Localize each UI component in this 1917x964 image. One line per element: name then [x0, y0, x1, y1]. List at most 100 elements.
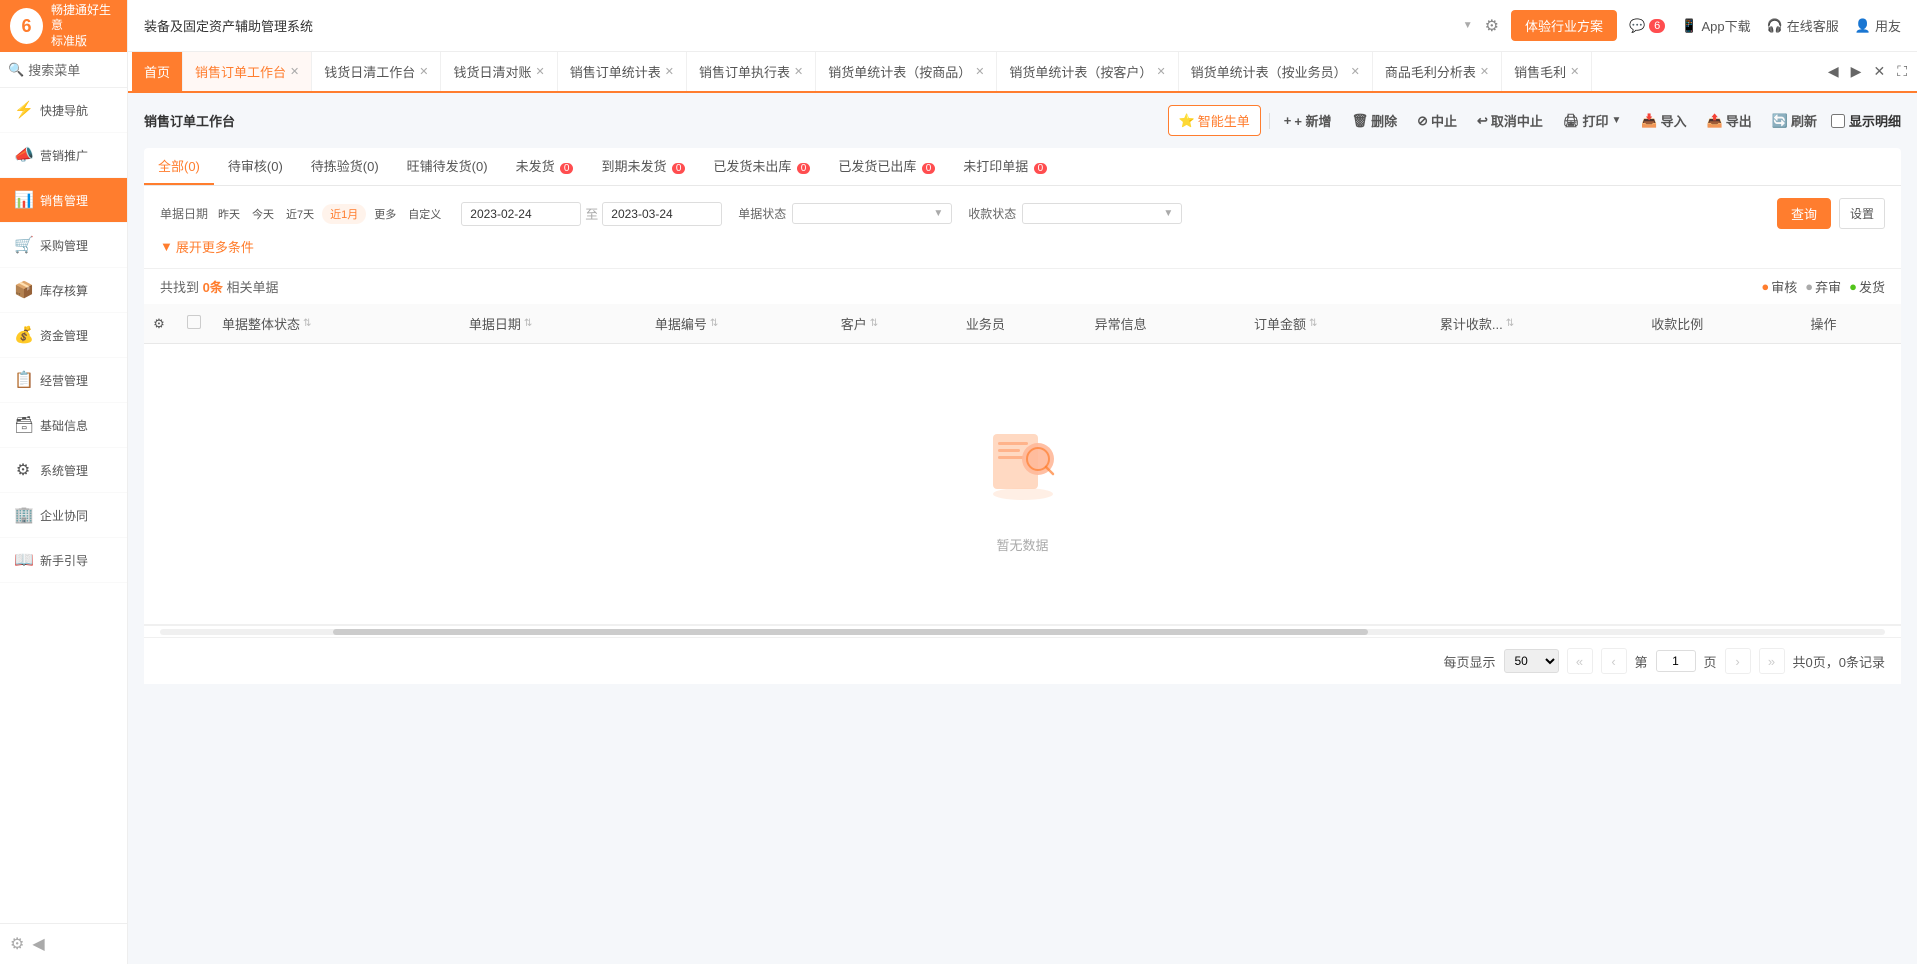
show-details-checkbox[interactable]	[1831, 114, 1845, 128]
sidebar-item-purchase[interactable]: 🛒 采购管理	[0, 223, 127, 268]
user-menu[interactable]: 👤 用友	[1855, 16, 1901, 35]
sidebar-search[interactable]: 🔍 搜索菜单	[0, 52, 127, 88]
date-7days-btn[interactable]: 近7天	[282, 204, 318, 224]
first-page-btn[interactable]: «	[1567, 648, 1593, 674]
date-from-input[interactable]	[461, 202, 581, 226]
th-status-sort[interactable]: 单据整体状态 ⇅	[222, 314, 453, 333]
sidebar-item-finance[interactable]: 💰 资金管理	[0, 313, 127, 358]
tab-cash-workbench[interactable]: 钱货日清工作台 ✕	[312, 52, 441, 91]
delete-button[interactable]: 🗑 删除	[1346, 107, 1404, 134]
system-dropdown-icon[interactable]: ▼	[1463, 20, 1473, 31]
tab-cash-close-icon[interactable]: ✕	[419, 65, 428, 78]
date-to-input[interactable]	[602, 202, 722, 226]
th-date-sort[interactable]: 单据日期 ⇅	[469, 314, 639, 333]
per-page-select[interactable]: 10 20 50 100	[1504, 649, 1559, 673]
sidebar-item-enterprise[interactable]: 🏢 企业协同	[0, 493, 127, 538]
sidebar-item-basic-info[interactable]: 🗃 基础信息	[0, 403, 127, 448]
message-button[interactable]: 💬 6	[1629, 18, 1665, 34]
tab-reconciliation[interactable]: 钱货日清对账 ✕	[441, 52, 557, 91]
headset-icon: 🎧	[1767, 18, 1783, 34]
last-page-btn[interactable]: »	[1759, 648, 1785, 674]
filter-tab-overdue[interactable]: 到期未发货 0	[587, 148, 699, 185]
unapprove-action-btn[interactable]: ● 弃审	[1805, 277, 1841, 296]
page-number-input[interactable]	[1656, 650, 1696, 672]
tab-sales-close-icon[interactable]: ✕	[290, 65, 299, 78]
tab-recon-close-icon[interactable]: ✕	[536, 65, 545, 78]
collapse-icon[interactable]: ◀	[32, 934, 44, 954]
status-select[interactable]: ▼	[792, 203, 952, 224]
sidebar-item-operations[interactable]: 📋 经营管理	[0, 358, 127, 403]
tab-next-icon[interactable]: ▶	[1845, 55, 1868, 88]
tab-sales-staff[interactable]: 销货单统计表（按业务员） ✕	[1179, 52, 1373, 91]
suspend-button[interactable]: ⊘ 中止	[1411, 107, 1463, 134]
filter-tab-unprinted[interactable]: 未打印单据 0	[949, 148, 1061, 185]
tab-staff-close-icon[interactable]: ✕	[1351, 65, 1360, 78]
date-1month-btn[interactable]: 近1月	[322, 204, 366, 224]
col-settings-icon[interactable]: ⚙	[153, 316, 165, 331]
settings-gear-icon[interactable]: ⚙	[1485, 16, 1499, 36]
print-button[interactable]: 🖨 打印 ▼	[1557, 107, 1627, 134]
date-label: 单据日期	[160, 205, 208, 222]
sidebar-item-system[interactable]: ⚙ 系统管理	[0, 448, 127, 493]
filter-tab-inspect[interactable]: 待拣验货(0)	[297, 148, 393, 185]
refresh-button[interactable]: 🔄 刷新	[1766, 107, 1823, 134]
date-today-btn[interactable]: 今天	[248, 204, 278, 224]
date-quick-btns: 昨天 今天 近7天 近1月 更多 自定义	[214, 204, 445, 224]
approve-action-btn[interactable]: ● 审核	[1761, 277, 1797, 296]
next-page-btn[interactable]: ›	[1725, 648, 1751, 674]
tab-gross-margin[interactable]: 商品毛利分析表 ✕	[1373, 52, 1502, 91]
tab-sales-stats[interactable]: 销售订单统计表 ✕	[558, 52, 687, 91]
tab-close-all-icon[interactable]: ✕	[1867, 55, 1891, 88]
sidebar-item-inventory[interactable]: 📦 库存核算	[0, 268, 127, 313]
tab-exec-close-icon[interactable]: ✕	[794, 65, 803, 78]
filter-tab-pending[interactable]: 待审核(0)	[214, 148, 297, 185]
sidebar-item-guide[interactable]: 📖 新手引导	[0, 538, 127, 583]
tab-fullscreen-icon[interactable]: ⛶	[1891, 55, 1913, 88]
tab-sales-product[interactable]: 销货单统计表（按商品） ✕	[816, 52, 997, 91]
tab-sales-exec[interactable]: 销售订单执行表 ✕	[687, 52, 816, 91]
tab-profit-close-icon[interactable]: ✕	[1570, 65, 1579, 78]
th-amount-sort[interactable]: 订单金额 ⇅	[1254, 314, 1424, 333]
expand-more-btn[interactable]: ▼ 展开更多条件	[160, 237, 1885, 256]
sidebar-item-marketing[interactable]: 📣 营销推广	[0, 133, 127, 178]
online-service-button[interactable]: 🎧 在线客服	[1767, 16, 1839, 35]
import-button[interactable]: 📥 导入	[1635, 107, 1692, 134]
date-custom-btn[interactable]: 自定义	[404, 204, 445, 224]
th-customer-sort[interactable]: 客户 ⇅	[841, 314, 950, 333]
horizontal-scrollbar[interactable]	[144, 625, 1901, 637]
export-button[interactable]: 📤 导出	[1701, 107, 1758, 134]
sidebar-item-sales[interactable]: 📊 销售管理	[0, 178, 127, 223]
add-button[interactable]: + + 新增	[1278, 107, 1338, 134]
filter-tab-shipped-out[interactable]: 已发货已出库 0	[824, 148, 949, 185]
th-cumulative-sort[interactable]: 累计收款... ⇅	[1440, 314, 1635, 333]
tab-sales-profit[interactable]: 销售毛利 ✕	[1502, 52, 1592, 91]
th-number-sort[interactable]: 单据编号 ⇅	[655, 314, 825, 333]
tab-product-close-icon[interactable]: ✕	[975, 65, 984, 78]
date-more-btn[interactable]: 更多	[370, 204, 400, 224]
tab-stats-close-icon[interactable]: ✕	[665, 65, 674, 78]
filter-tab-unshipped[interactable]: 未发货 0	[502, 148, 588, 185]
cancel-suspend-button[interactable]: ↩ 取消中止	[1471, 107, 1549, 134]
filter-tab-shipped-no-out[interactable]: 已发货未出库 0	[699, 148, 824, 185]
filter-tab-wangpu[interactable]: 旺铺待发货(0)	[393, 148, 502, 185]
settings-icon[interactable]: ⚙	[10, 934, 24, 954]
tab-home[interactable]: 首页	[132, 52, 183, 91]
settings-button[interactable]: 设置	[1839, 198, 1885, 229]
ship-action-btn[interactable]: ● 发货	[1849, 277, 1885, 296]
filter-tab-all[interactable]: 全部(0)	[144, 148, 214, 185]
app-download-button[interactable]: 📱 App下载	[1681, 16, 1750, 35]
sidebar-item-quick-nav[interactable]: ⚡ 快捷导航	[0, 88, 127, 133]
query-button[interactable]: 查询	[1777, 198, 1831, 229]
payment-select[interactable]: ▼	[1022, 203, 1182, 224]
date-yesterday-btn[interactable]: 昨天	[214, 204, 244, 224]
industry-solution-button[interactable]: 体验行业方案	[1511, 10, 1617, 41]
smart-generate-button[interactable]: ⭐ 智能生单	[1168, 105, 1261, 136]
tab-prev-icon[interactable]: ◀	[1822, 55, 1845, 88]
tab-cust-close-icon[interactable]: ✕	[1156, 65, 1165, 78]
scroll-thumb[interactable]	[333, 629, 1368, 635]
select-all-checkbox[interactable]	[187, 315, 201, 329]
tab-sales-customer[interactable]: 销货单统计表（按客户） ✕	[997, 52, 1178, 91]
tab-sales-workbench[interactable]: 销售订单工作台 ✕	[183, 52, 312, 93]
prev-page-btn[interactable]: ‹	[1601, 648, 1627, 674]
tab-margin-close-icon[interactable]: ✕	[1480, 65, 1489, 78]
